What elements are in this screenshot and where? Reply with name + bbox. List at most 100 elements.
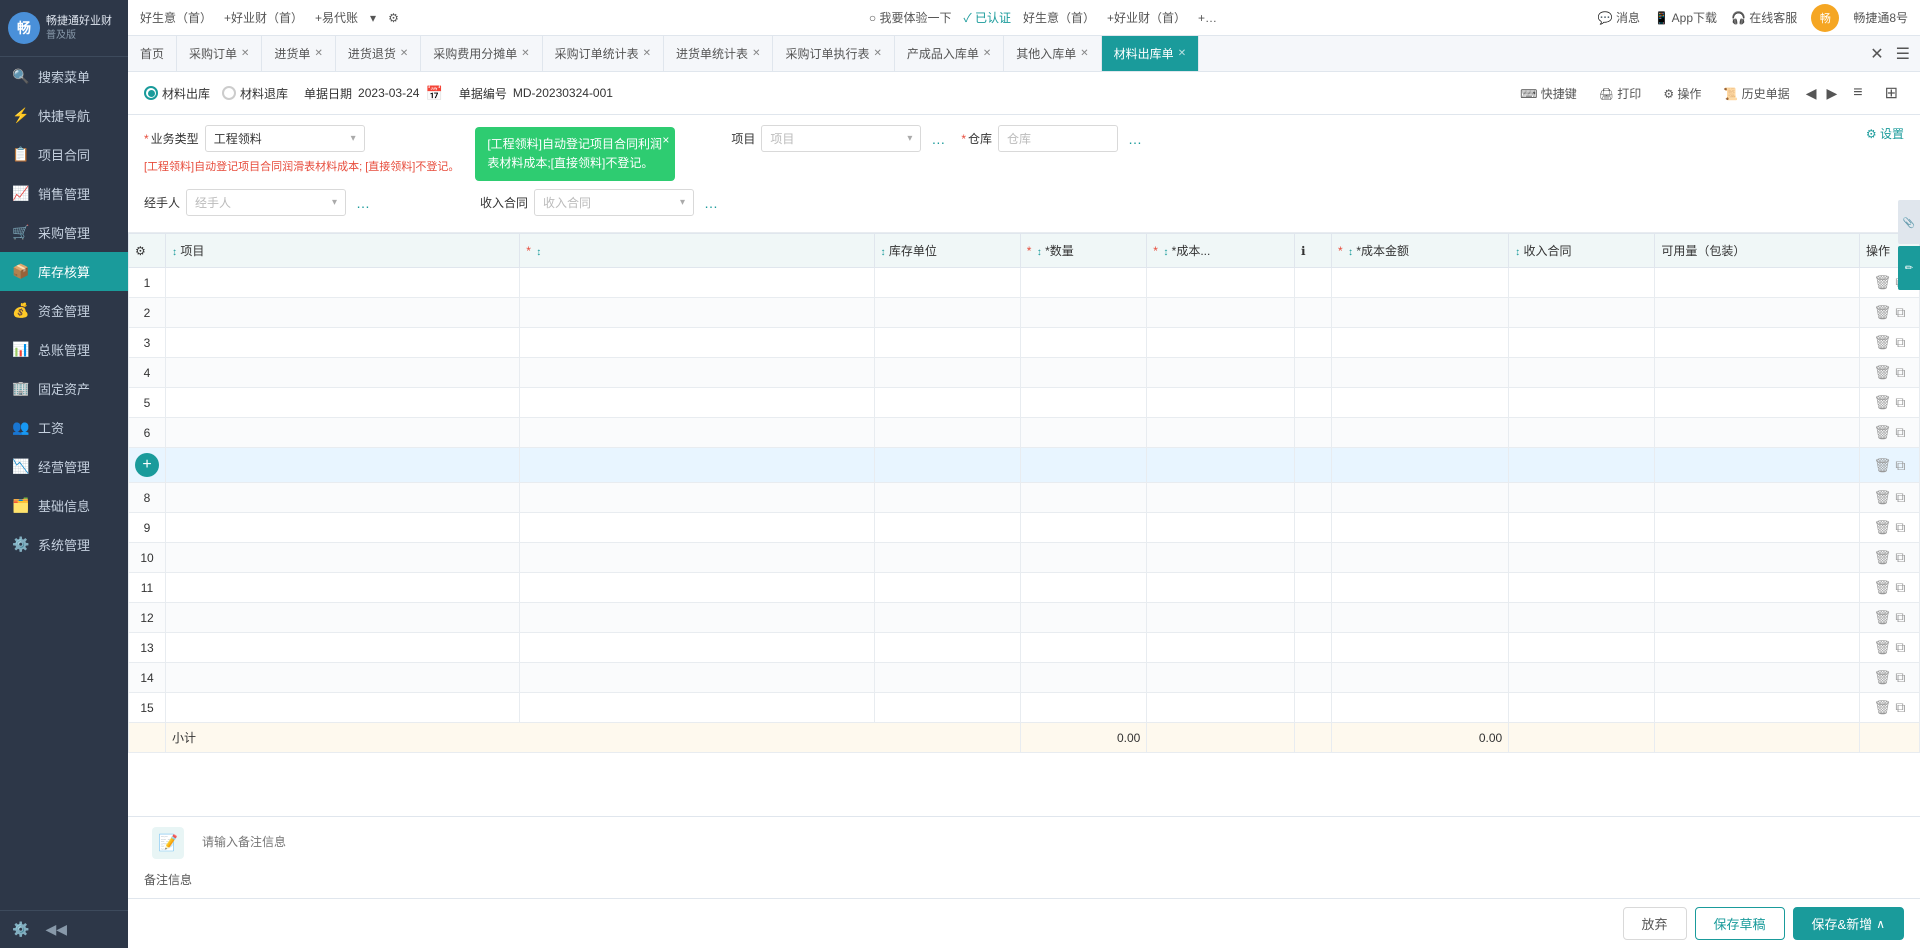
row-delete-5[interactable]: 🗑 (1874, 394, 1892, 411)
agent-select[interactable]: 经手人 ▾ (186, 189, 346, 216)
row-13-cost[interactable] (1147, 633, 1295, 663)
th-amount-sort[interactable]: ↕ (1348, 247, 1353, 258)
user-name[interactable]: 畅捷通8号 (1853, 9, 1908, 26)
row-15-cost[interactable] (1147, 693, 1295, 723)
row-delete-2[interactable]: 🗑 (1874, 304, 1892, 321)
row-8-qty[interactable] (1020, 483, 1147, 513)
row-10-cost[interactable] (1147, 543, 1295, 573)
add-row-btn[interactable]: + (135, 453, 159, 477)
form-settings-btn[interactable]: ⚙ 设置 (1866, 125, 1904, 142)
th-cost-sort[interactable]: ↕ (1163, 247, 1168, 258)
row-8-contract[interactable] (1509, 483, 1655, 513)
row-1-cost[interactable] (1147, 268, 1295, 298)
row-1-unit[interactable] (874, 268, 1020, 298)
row-8-material[interactable] (520, 483, 874, 513)
topbar-more[interactable]: +… (1198, 11, 1217, 25)
row-delete-1[interactable]: 🗑 (1874, 274, 1892, 291)
row-10-qty[interactable] (1020, 543, 1147, 573)
row-7-amount[interactable] (1331, 448, 1508, 483)
sidebar-item-capital[interactable]: 💰 资金管理 (0, 291, 128, 330)
row-delete-15[interactable]: 🗑 (1874, 699, 1892, 716)
row-13-project[interactable] (166, 633, 520, 663)
row-1-contract[interactable] (1509, 268, 1655, 298)
th-project-sort[interactable]: ↕ (172, 247, 177, 258)
tab-close-6[interactable]: ✕ (752, 48, 760, 59)
row-4-contract[interactable] (1509, 358, 1655, 388)
row-15-unit[interactable] (874, 693, 1020, 723)
row-10-material[interactable] (520, 543, 874, 573)
topbar-nav-haoshengyi[interactable]: 好生意（首） (140, 9, 212, 26)
tab-close-8[interactable]: ✕ (983, 48, 991, 59)
row-11-amount[interactable] (1331, 573, 1508, 603)
row-copy-11[interactable]: ⧉ (1895, 579, 1905, 596)
row-3-qty[interactable] (1020, 328, 1147, 358)
grid-view-btn[interactable]: ⊞ (1879, 80, 1904, 106)
nav-next-btn[interactable]: ▶ (1826, 85, 1837, 102)
project-dots[interactable]: … (931, 131, 945, 147)
row-delete-10[interactable]: 🗑 (1874, 549, 1892, 566)
row-13-amount[interactable] (1331, 633, 1508, 663)
topbar-nav-dropdown[interactable]: ▾ (370, 11, 376, 25)
row-13-material[interactable] (520, 633, 874, 663)
row-6-unit[interactable] (874, 418, 1020, 448)
row-5-project[interactable] (166, 388, 520, 418)
row-delete-8[interactable]: 🗑 (1874, 489, 1892, 506)
row-14-material[interactable] (520, 663, 874, 693)
sidebar-item-system[interactable]: ⚙️ 系统管理 (0, 525, 128, 564)
row-10-unit[interactable] (874, 543, 1020, 573)
sidebar-item-payroll[interactable]: 👥 工资 (0, 408, 128, 447)
row-10-project[interactable] (166, 543, 520, 573)
row-4-project[interactable] (166, 358, 520, 388)
row-4-material[interactable] (520, 358, 874, 388)
row-copy-14[interactable]: ⧉ (1895, 669, 1905, 686)
th-contract-sort[interactable]: ↕ (1515, 247, 1520, 258)
row-12-contract[interactable] (1509, 603, 1655, 633)
row-1-project[interactable] (166, 268, 520, 298)
row-delete-11[interactable]: 🗑 (1874, 579, 1892, 596)
row-6-material[interactable] (520, 418, 874, 448)
sidebar-item-operations[interactable]: 📉 经营管理 (0, 447, 128, 486)
row-4-amount[interactable] (1331, 358, 1508, 388)
tab-10[interactable]: 材料出库单✕ (1102, 36, 1199, 71)
tab-1[interactable]: 采购订单✕ (177, 36, 262, 71)
radio-material-return[interactable]: 材料退库 (222, 85, 288, 102)
row-copy-13[interactable]: ⧉ (1895, 639, 1905, 656)
row-14-contract[interactable] (1509, 663, 1655, 693)
row-delete-13[interactable]: 🗑 (1874, 639, 1892, 656)
row-11-cost[interactable] (1147, 573, 1295, 603)
tab-close-10[interactable]: ✕ (1178, 48, 1186, 59)
sidebar-item-search[interactable]: 🔍 搜索菜单 (0, 57, 128, 96)
close-tab-btn[interactable]: ✕ (1868, 42, 1885, 66)
row-2-contract[interactable] (1509, 298, 1655, 328)
row-15-project[interactable] (166, 693, 520, 723)
sidebar-item-accounting[interactable]: 📊 总账管理 (0, 330, 128, 369)
table-settings-icon[interactable]: ⚙ (135, 244, 146, 258)
tab-close-7[interactable]: ✕ (873, 48, 881, 59)
topbar-nav-settings[interactable]: ⚙ (388, 11, 399, 25)
income-contract-dots[interactable]: … (704, 195, 718, 211)
row-11-unit[interactable] (874, 573, 1020, 603)
sidebar-item-sales[interactable]: 📈 销售管理 (0, 174, 128, 213)
sidebar-item-basic[interactable]: 🗂️ 基础信息 (0, 486, 128, 525)
nav-prev-btn[interactable]: ◀ (1806, 85, 1817, 102)
notes-input[interactable] (202, 827, 1904, 857)
row-7-unit[interactable] (874, 448, 1020, 483)
row-2-project[interactable] (166, 298, 520, 328)
row-2-qty[interactable] (1020, 298, 1147, 328)
row-delete-7[interactable]: 🗑 (1874, 457, 1892, 474)
row-2-amount[interactable] (1331, 298, 1508, 328)
row-3-material[interactable] (520, 328, 874, 358)
topbar-nav-yidaizhang[interactable]: +易代账 (315, 9, 358, 26)
tab-close-1[interactable]: ✕ (241, 48, 249, 59)
row-7-cost[interactable] (1147, 448, 1295, 483)
row-6-contract[interactable] (1509, 418, 1655, 448)
agent-dots[interactable]: … (356, 195, 370, 211)
row-4-cost[interactable] (1147, 358, 1295, 388)
row-14-cost[interactable] (1147, 663, 1295, 693)
tab-close-2[interactable]: ✕ (314, 48, 322, 59)
sidebar-item-inventory[interactable]: 📦 库存核算 (0, 252, 128, 291)
user-avatar[interactable]: 畅 (1811, 4, 1839, 32)
row-11-contract[interactable] (1509, 573, 1655, 603)
row-copy-15[interactable]: ⧉ (1895, 699, 1905, 716)
row-copy-5[interactable]: ⧉ (1895, 394, 1905, 411)
